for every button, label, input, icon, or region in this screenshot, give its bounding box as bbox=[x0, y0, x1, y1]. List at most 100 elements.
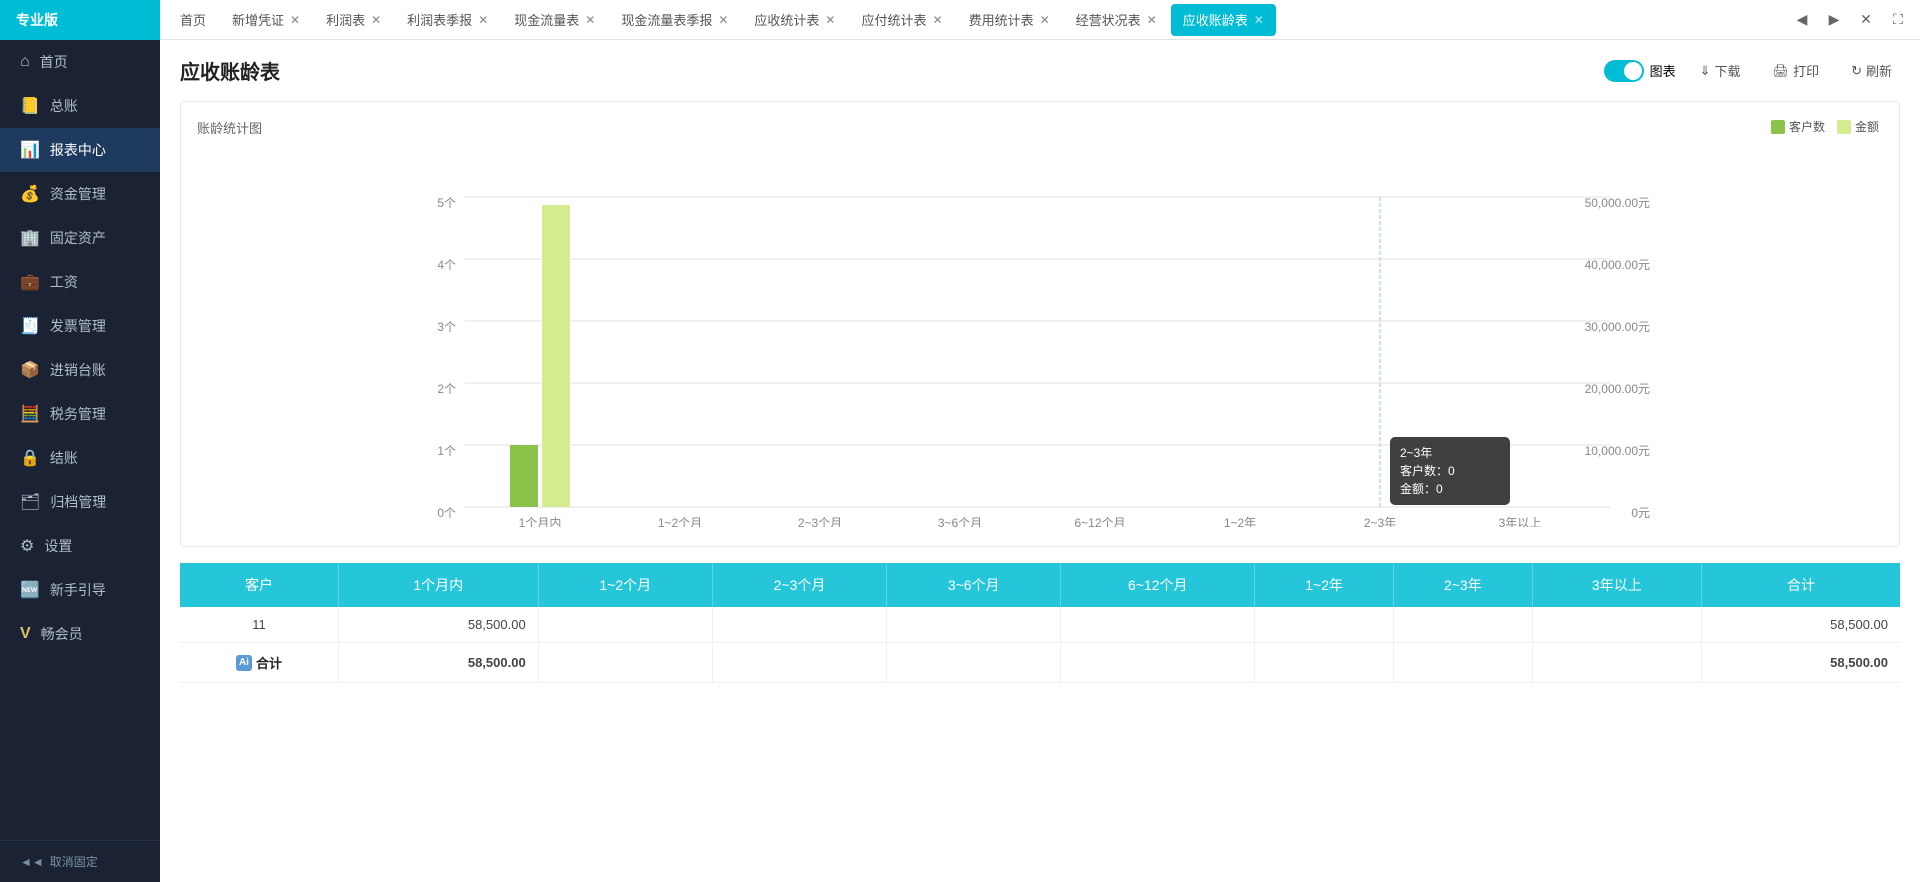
svg-text:金额：0: 金额：0 bbox=[1400, 481, 1443, 496]
tab-receivable-stat[interactable]: 应收统计表 ✕ bbox=[742, 4, 847, 36]
total-label-cell: Ai 合计 bbox=[180, 643, 338, 683]
tab-biz-status[interactable]: 经营状况表 ✕ bbox=[1064, 4, 1169, 36]
cell-m612 bbox=[1061, 607, 1255, 643]
tab-voucher-close[interactable]: ✕ bbox=[290, 13, 300, 27]
sidebar: 专业版 ⌂ 首页 📒 总账 📊 报表中心 💰 资金管理 🏢 固定资产 💼 工资 … bbox=[0, 0, 160, 882]
tab-receivable-stat-close[interactable]: ✕ bbox=[825, 13, 835, 27]
download-icon: ⇓ bbox=[1700, 63, 1711, 79]
tab-voucher-label: 新增凭证 bbox=[232, 10, 284, 29]
cell-y12 bbox=[1255, 607, 1394, 643]
chart-svg-wrapper: 0个 1个 2个 3个 4个 5个 0元 10,000.00元 20,000.0… bbox=[197, 147, 1883, 530]
sidebar-item-salary[interactable]: 💼 工资 bbox=[0, 260, 160, 304]
refresh-label: 刷新 bbox=[1866, 61, 1892, 80]
sidebar-item-label: 税务管理 bbox=[50, 404, 106, 424]
sidebar-item-invoice[interactable]: 🧾 发票管理 bbox=[0, 304, 160, 348]
sidebar-item-closing[interactable]: 🔒 结账 bbox=[0, 436, 160, 480]
legend-amount: 金额 bbox=[1837, 118, 1879, 135]
tab-close-all-btn[interactable]: ✕ bbox=[1852, 6, 1880, 34]
total-m1: 58,500.00 bbox=[338, 643, 538, 683]
chart-svg: 0个 1个 2个 3个 4个 5个 0元 10,000.00元 20,000.0… bbox=[197, 147, 1883, 527]
tab-profit-quarter[interactable]: 利润表季报 ✕ bbox=[395, 4, 500, 36]
th-m1: 1个月内 bbox=[338, 563, 538, 607]
unpin-label: 取消固定 bbox=[50, 853, 98, 870]
sidebar-item-home[interactable]: ⌂ 首页 bbox=[0, 40, 160, 84]
tab-prev-btn[interactable]: ◀ bbox=[1788, 6, 1816, 34]
tab-cashflow-quarter[interactable]: 现金流量表季报 ✕ bbox=[609, 4, 740, 36]
legend-customer-color bbox=[1771, 120, 1785, 134]
toggle-track[interactable] bbox=[1604, 60, 1644, 82]
total-m23 bbox=[712, 643, 886, 683]
tab-payable-stat[interactable]: 应付统计表 ✕ bbox=[849, 4, 954, 36]
table-row: 11 58,500.00 58,500.00 bbox=[180, 607, 1900, 643]
svg-text:2个: 2个 bbox=[437, 382, 456, 396]
print-button[interactable]: 🖨 打印 bbox=[1765, 57, 1828, 84]
svg-text:60,000.00元: 60,000.00元 bbox=[1585, 147, 1650, 148]
tab-profit[interactable]: 利润表 ✕ bbox=[314, 4, 393, 36]
sidebar-item-ledger[interactable]: 📒 总账 bbox=[0, 84, 160, 128]
main-content: 首页 新增凭证 ✕ 利润表 ✕ 利润表季报 ✕ 现金流量表 ✕ 现金流量表季报 … bbox=[160, 0, 1920, 882]
tab-cashflow[interactable]: 现金流量表 ✕ bbox=[502, 4, 607, 36]
svg-text:3年以上: 3年以上 bbox=[1499, 516, 1542, 527]
tab-payable-stat-close[interactable]: ✕ bbox=[933, 13, 943, 27]
legend-amount-color bbox=[1837, 120, 1851, 134]
tab-maximize-btn[interactable]: ⛶ bbox=[1884, 6, 1912, 34]
toggle-label: 图表 bbox=[1650, 61, 1676, 80]
page-header: 应收账龄表 图表 ⇓ 下载 🖨 打印 ↻ 刷新 bbox=[180, 56, 1900, 85]
tab-cashflow-quarter-label: 现金流量表季报 bbox=[621, 10, 712, 29]
sidebar-item-vip[interactable]: V 畅会员 bbox=[0, 612, 160, 656]
tab-expense-stat[interactable]: 费用统计表 ✕ bbox=[957, 4, 1062, 36]
tab-aging-label: 应收账龄表 bbox=[1183, 10, 1248, 29]
sidebar-item-label: 固定资产 bbox=[50, 228, 106, 248]
unpin-button[interactable]: ◄◄ 取消固定 bbox=[0, 840, 160, 882]
tab-profit-close[interactable]: ✕ bbox=[371, 13, 381, 27]
toggle-thumb bbox=[1624, 62, 1642, 80]
print-label: 打印 bbox=[1793, 61, 1819, 80]
tab-next-btn[interactable]: ▶ bbox=[1820, 6, 1848, 34]
tab-payable-stat-label: 应付统计表 bbox=[861, 10, 926, 29]
sidebar-item-inventory[interactable]: 📦 进销台账 bbox=[0, 348, 160, 392]
assets-icon: 🏢 bbox=[20, 228, 40, 248]
tab-aging-close[interactable]: ✕ bbox=[1254, 13, 1264, 27]
sidebar-item-funds[interactable]: 💰 资金管理 bbox=[0, 172, 160, 216]
sidebar-item-settings[interactable]: ⚙ 设置 bbox=[0, 524, 160, 568]
tab-aging[interactable]: 应收账龄表 ✕ bbox=[1171, 4, 1276, 36]
chart-toggle[interactable]: 图表 bbox=[1604, 60, 1676, 82]
refresh-button[interactable]: ↻ 刷新 bbox=[1843, 57, 1900, 84]
svg-text:4个: 4个 bbox=[437, 258, 456, 272]
tab-biz-status-close[interactable]: ✕ bbox=[1147, 13, 1157, 27]
total-m36 bbox=[887, 643, 1061, 683]
tab-cashflow-quarter-close[interactable]: ✕ bbox=[718, 13, 728, 27]
legend-customer-label: 客户数 bbox=[1789, 118, 1825, 135]
sidebar-item-tax[interactable]: 🧮 税务管理 bbox=[0, 392, 160, 436]
tab-home[interactable]: 首页 bbox=[168, 4, 218, 36]
svg-text:20,000.00元: 20,000.00元 bbox=[1585, 382, 1650, 396]
refresh-icon: ↻ bbox=[1851, 63, 1862, 79]
tab-expense-stat-close[interactable]: ✕ bbox=[1040, 13, 1050, 27]
download-button[interactable]: ⇓ 下载 bbox=[1692, 57, 1749, 84]
svg-text:2~3年: 2~3年 bbox=[1364, 516, 1396, 527]
bar-customer-0[interactable] bbox=[510, 445, 538, 507]
total-m612 bbox=[1061, 643, 1255, 683]
sidebar-item-archive[interactable]: 🗂 归档管理 bbox=[0, 480, 160, 524]
cell-total: 58,500.00 bbox=[1701, 607, 1900, 643]
svg-text:3个: 3个 bbox=[437, 320, 456, 334]
tab-cashflow-close[interactable]: ✕ bbox=[585, 13, 595, 27]
total-m12 bbox=[538, 643, 712, 683]
sidebar-item-assets[interactable]: 🏢 固定资产 bbox=[0, 216, 160, 260]
tab-voucher[interactable]: 新增凭证 ✕ bbox=[220, 4, 312, 36]
bar-amount-0[interactable] bbox=[542, 205, 570, 507]
cell-y23 bbox=[1393, 607, 1532, 643]
svg-text:6~12个月: 6~12个月 bbox=[1074, 516, 1125, 527]
sidebar-item-reports[interactable]: 📊 报表中心 bbox=[0, 128, 160, 172]
svg-text:3~6个月: 3~6个月 bbox=[938, 516, 982, 527]
th-y3plus: 3年以上 bbox=[1532, 563, 1701, 607]
sidebar-item-label: 进销台账 bbox=[50, 360, 106, 380]
page-title: 应收账龄表 bbox=[180, 56, 1604, 85]
reports-icon: 📊 bbox=[20, 140, 40, 160]
unpin-icon: ◄◄ bbox=[20, 855, 44, 869]
sidebar-item-guide[interactable]: 🆕 新手引导 bbox=[0, 568, 160, 612]
total-label: Ai 合计 bbox=[188, 653, 330, 672]
svg-text:5个: 5个 bbox=[437, 196, 456, 210]
tab-profit-quarter-close[interactable]: ✕ bbox=[478, 13, 488, 27]
svg-text:0个: 0个 bbox=[437, 506, 456, 520]
